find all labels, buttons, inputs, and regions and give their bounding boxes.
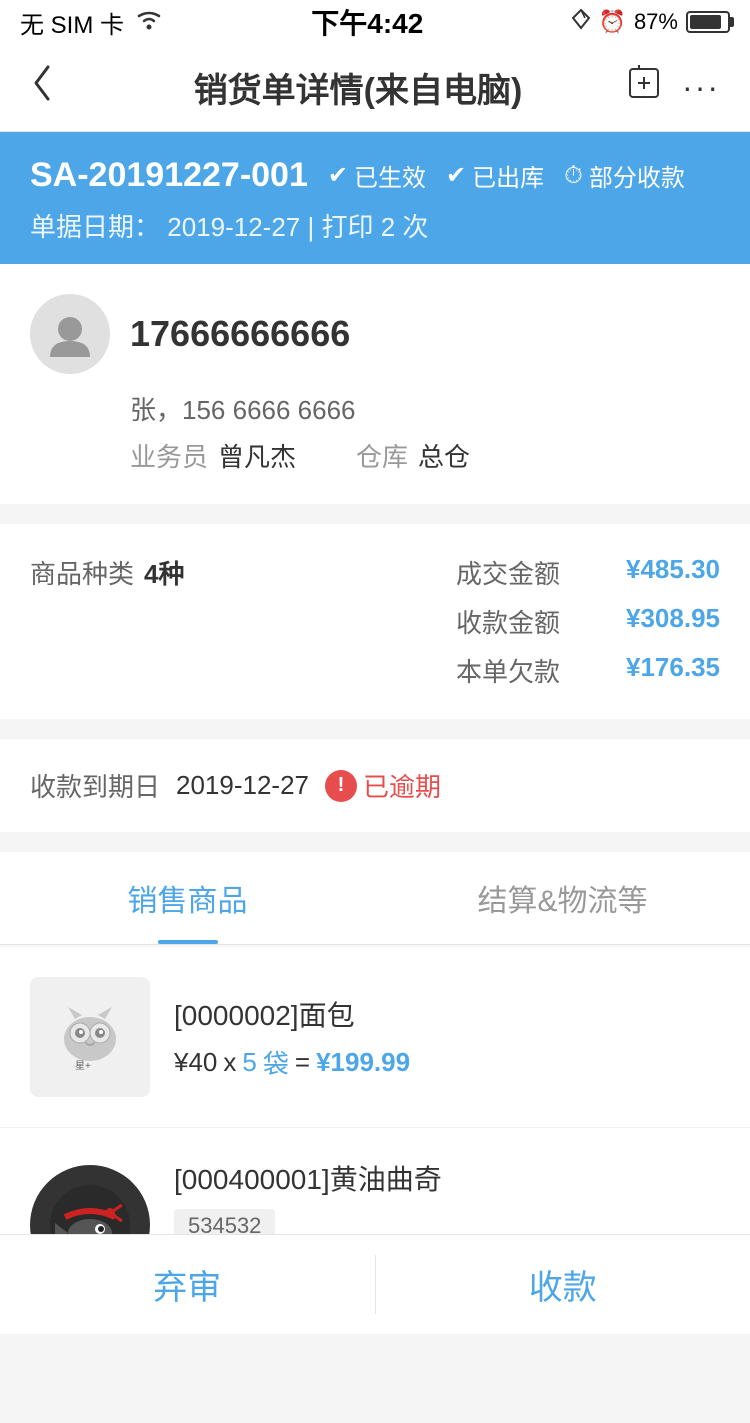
order-header-row: SA-20191227-001 ✔ 已生效 ✔ 已出库 ⏱ 部分收款	[30, 156, 720, 195]
status-bar: 无 SIM 卡 下午4:42 ⏰ 87%	[0, 0, 750, 44]
warehouse-value: 总仓	[418, 437, 470, 474]
salesman-value: 曾凡杰	[218, 437, 296, 474]
status-partial: 部分收款	[589, 158, 685, 193]
tabs: 销售商品 结算&物流等	[0, 852, 750, 945]
status-left: 无 SIM 卡	[20, 5, 164, 40]
total-1: ¥199.99	[316, 1047, 410, 1078]
product-image-1: 星+	[30, 977, 150, 1097]
check-icon-1: ✔	[328, 161, 348, 190]
product-type-row: 商品种类 4种	[30, 554, 184, 591]
confirm-button[interactable]: 收款	[376, 1235, 750, 1334]
summary-right: 成交金额 ¥485.30 收款金额 ¥308.95 本单欠款 ¥176.35	[456, 554, 720, 689]
product-item-1: 星+ [0000002]面包 ¥40 x 5 袋 = ¥199.99	[0, 947, 750, 1128]
more-button[interactable]: ···	[682, 69, 720, 106]
tab-sales-label: 销售商品	[128, 885, 248, 918]
summary-left: 商品种类 4种	[30, 554, 184, 591]
product-code-1: [0000002]	[174, 1000, 299, 1031]
qty-1: 5	[242, 1047, 256, 1078]
customer-row: 17666666666	[30, 294, 720, 374]
unit-price-1: ¥40	[174, 1047, 217, 1078]
summary-row: 商品种类 4种 成交金额 ¥485.30 收款金额 ¥308.95 本单欠款 ¥…	[30, 554, 720, 689]
debt-value: ¥176.35	[580, 652, 720, 689]
cancel-button[interactable]: 弃审	[0, 1235, 375, 1334]
received-label: 收款金额	[456, 603, 560, 640]
status-badge-effective: ✔ 已生效	[328, 158, 426, 193]
battery-percent: 87%	[634, 9, 678, 35]
status-shipped: 已出库	[472, 158, 544, 193]
location-icon	[571, 8, 591, 36]
overdue-text: 已逾期	[363, 767, 441, 804]
warehouse-label: 仓库	[356, 437, 408, 474]
amount-row-1: 成交金额 ¥485.30	[456, 554, 720, 591]
product-name-text-1: 面包	[299, 1000, 355, 1031]
share-icon[interactable]	[626, 65, 662, 110]
status-badge-partial: ⏱ 部分收款	[564, 158, 685, 193]
carrier-text: 无 SIM 卡	[20, 5, 124, 40]
avatar	[30, 294, 110, 374]
tab-settlement-label: 结算&物流等	[477, 885, 647, 918]
type-label: 商品种类	[30, 554, 134, 591]
status-effective: 已生效	[354, 158, 426, 193]
svg-text:星+: 星+	[75, 1060, 91, 1072]
type-value: 4种	[144, 554, 184, 591]
product-code-2: [000400001]	[174, 1164, 330, 1195]
customer-meta: 业务员 曾凡杰 仓库 总仓	[30, 437, 720, 474]
product-info-1: [0000002]面包 ¥40 x 5 袋 = ¥199.99	[174, 994, 720, 1081]
product-name-2: [000400001]黄油曲奇	[174, 1158, 720, 1198]
salesman-meta: 业务员 曾凡杰	[130, 437, 296, 474]
order-date: 2019-12-27	[167, 212, 300, 242]
order-number: SA-20191227-001	[30, 156, 308, 195]
wifi-icon	[134, 8, 164, 37]
back-button[interactable]	[30, 63, 90, 112]
status-right: ⏰ 87%	[571, 8, 730, 36]
qty-unit-1: 袋	[263, 1044, 289, 1081]
bottom-bar: 弃审 收款	[0, 1234, 750, 1334]
amount-row-2: 收款金额 ¥308.95	[456, 603, 720, 640]
amount-value: ¥485.30	[580, 554, 720, 591]
amount-label: 成交金额	[456, 554, 560, 591]
check-icon-2: ✔	[446, 161, 466, 190]
overdue-icon: !	[325, 770, 357, 802]
salesman-label: 业务员	[130, 437, 208, 474]
customer-section: 17666666666 张，156 6666 6666 业务员 曾凡杰 仓库 总…	[0, 264, 750, 504]
product-name-text-2: 黄油曲奇	[330, 1164, 442, 1195]
overdue-badge: ! 已逾期	[325, 767, 441, 804]
summary-section: 商品种类 4种 成交金额 ¥485.30 收款金额 ¥308.95 本单欠款 ¥…	[0, 524, 750, 719]
tab-sales-products[interactable]: 销售商品	[0, 852, 375, 944]
warehouse-meta: 仓库 总仓	[356, 437, 470, 474]
product-price-1: ¥40 x 5 袋 = ¥199.99	[174, 1044, 720, 1081]
battery-icon	[686, 11, 730, 33]
nav-bar: 销货单详情(来自电脑) ···	[0, 44, 750, 132]
status-time: 下午4:42	[311, 2, 423, 42]
customer-name-phone: 张，156 6666 6666	[30, 390, 720, 427]
due-section: 收款到期日 2019-12-27 ! 已逾期	[0, 739, 750, 832]
amount-row-3: 本单欠款 ¥176.35	[456, 652, 720, 689]
clock-icon: ⏱	[564, 162, 583, 190]
header-date: 单据日期： 2019-12-27 | 打印 2 次	[30, 207, 720, 244]
date-label: 单据日期：	[30, 212, 160, 242]
customer-id: 17666666666	[130, 313, 350, 355]
alarm-icon: ⏰	[599, 9, 626, 35]
print-info: 打印 2 次	[321, 212, 428, 242]
print-separator: |	[307, 212, 321, 242]
due-label: 收款到期日	[30, 767, 160, 804]
product-name-1: [0000002]面包	[174, 994, 720, 1034]
debt-label: 本单欠款	[456, 652, 560, 689]
status-badge-shipped: ✔ 已出库	[446, 158, 544, 193]
due-date-value: 2019-12-27	[176, 770, 309, 801]
received-value: ¥308.95	[580, 603, 720, 640]
header-banner: SA-20191227-001 ✔ 已生效 ✔ 已出库 ⏱ 部分收款 单据日期：…	[0, 132, 750, 264]
page-title: 销货单详情(来自电脑)	[90, 63, 626, 112]
nav-actions: ···	[626, 65, 720, 110]
tab-settlement[interactable]: 结算&物流等	[375, 852, 750, 944]
